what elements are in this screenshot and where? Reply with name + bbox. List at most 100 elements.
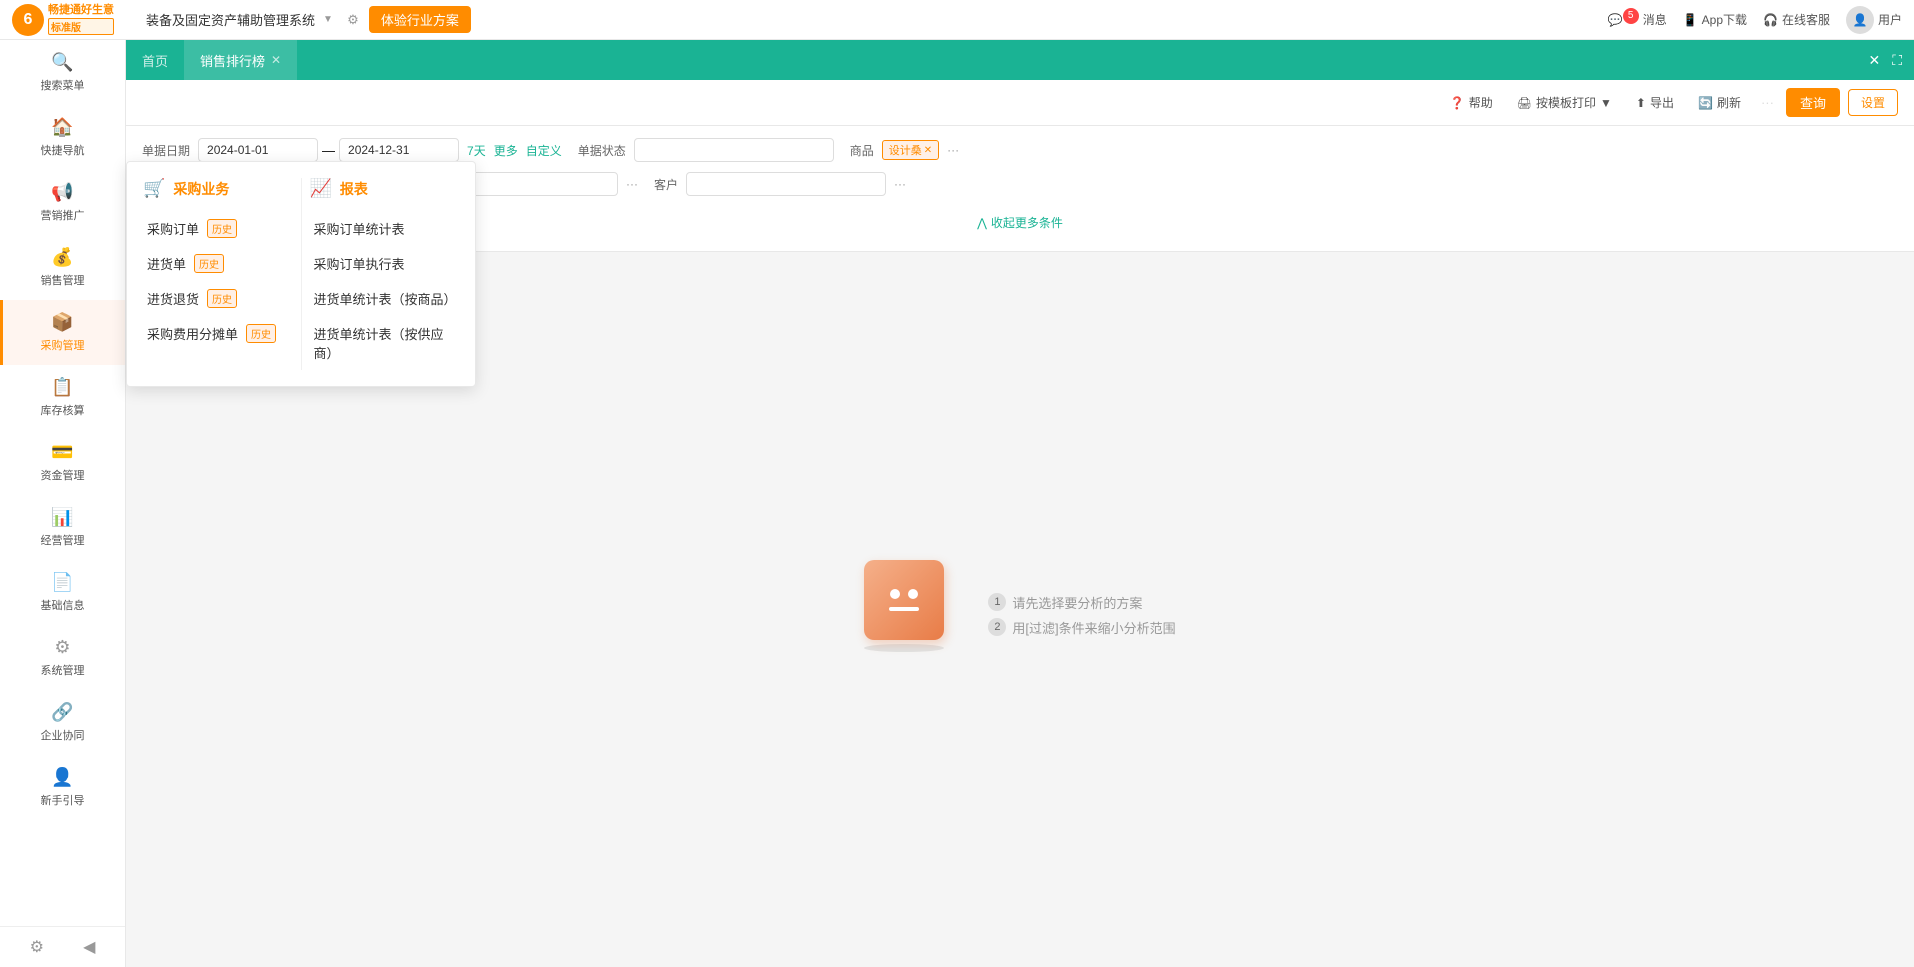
tab-sales-rank-label: 销售排行榜: [200, 51, 265, 70]
return-label: 进货退货: [147, 289, 199, 308]
system-title: 装备及固定资产辅助管理系统: [146, 10, 315, 29]
operation-icon: 📊: [51, 507, 73, 528]
date-shortcut-more[interactable]: 更多: [494, 142, 518, 159]
customer-more[interactable]: ···: [894, 177, 906, 191]
message-label: 消息: [1643, 11, 1667, 28]
purchase-col-title: 采购业务: [173, 179, 229, 199]
inventory-icon: 📋: [51, 377, 73, 398]
sidebar-label-basic-info: 基础信息: [41, 597, 85, 613]
sales-icon: 💰: [51, 247, 73, 268]
hint-text-1: 请先选择要分析的方案: [1012, 593, 1142, 612]
message-action[interactable]: 💬 5 消息: [1608, 11, 1667, 28]
toolbar-right: ❓ 帮助 🖨 按模板打印 ▼ ⬆ 导出 🔄 刷新: [1442, 88, 1898, 117]
user-action[interactable]: 👤 用户: [1846, 6, 1902, 34]
empty-illustration: [864, 560, 964, 660]
industry-button[interactable]: 体验行业方案: [369, 6, 471, 33]
date-end-input[interactable]: [339, 138, 459, 162]
refresh-icon: 🔄: [1698, 96, 1713, 110]
sidebar-item-purchase[interactable]: 📦 采购管理: [0, 300, 125, 365]
print-button[interactable]: 🖨 按模板打印 ▼: [1509, 90, 1620, 115]
customer-input[interactable]: [686, 172, 886, 196]
sidebar-settings-icon[interactable]: ⚙: [30, 937, 44, 957]
salesman-more[interactable]: ···: [626, 177, 638, 191]
system-dropdown-arrow[interactable]: ▼: [323, 14, 333, 25]
tab-home[interactable]: 首页: [126, 40, 184, 80]
sidebar-item-quick-nav[interactable]: 🏠 快捷导航: [0, 105, 125, 170]
dropdown-item-purchase-order[interactable]: 采购订单 历史: [143, 211, 293, 246]
dropdown-cols: 🛒 采购业务 采购订单 历史 进货单 历史 进货退货 历史 采购费用分摊单 历史: [143, 178, 459, 370]
dropdown-item-purchase-order-stat[interactable]: 采购订单统计表: [310, 211, 460, 246]
sidebar-collapse-icon[interactable]: ◀: [83, 937, 95, 957]
app-download-label: App下载: [1702, 11, 1747, 28]
tab-home-label: 首页: [142, 51, 168, 70]
sidebar-item-sales[interactable]: 💰 销售管理: [0, 235, 125, 300]
sidebar-label-inventory: 库存核算: [41, 402, 85, 418]
sidebar-item-enterprise[interactable]: 🔗 企业协同: [0, 690, 125, 755]
system-info: 装备及固定资产辅助管理系统 ▼ ⚙: [146, 8, 365, 32]
top-bar-right: 💬 5 消息 📱 App下载 🎧 在线客服 👤 用户: [1608, 6, 1902, 34]
export-icon: ⬆: [1636, 96, 1646, 110]
dropdown-item-instock-stat-supplier[interactable]: 进货单统计表（按供应商）: [310, 316, 460, 370]
date-shortcut-custom[interactable]: 自定义: [526, 142, 562, 159]
help-button[interactable]: ❓ 帮助: [1442, 90, 1501, 115]
dropdown-item-instock[interactable]: 进货单 历史: [143, 246, 293, 281]
dropdown-item-purchase-order-exec[interactable]: 采购订单执行表: [310, 246, 460, 281]
message-badge: 5: [1623, 8, 1639, 24]
online-service-action[interactable]: 🎧 在线客服: [1763, 11, 1830, 28]
goods-label: 商品: [850, 142, 874, 159]
refresh-button[interactable]: 🔄 刷新: [1690, 90, 1749, 115]
export-button[interactable]: ⬆ 导出: [1628, 90, 1682, 115]
dropdown-item-return[interactable]: 进货退货 历史: [143, 281, 293, 316]
customer-label: 客户: [654, 176, 678, 193]
tab-close-icon[interactable]: ✕: [271, 53, 281, 67]
query-button[interactable]: 查询: [1786, 88, 1840, 117]
app-download-action[interactable]: 📱 App下载: [1683, 11, 1747, 28]
sidebar-item-search[interactable]: 🔍 搜索菜单: [0, 40, 125, 105]
sidebar-item-finance[interactable]: 💳 资金管理: [0, 430, 125, 495]
purchase-col-icon: 🛒: [143, 178, 165, 199]
goods-tag-close[interactable]: ✕: [924, 145, 932, 156]
print-label: 按模板打印: [1536, 94, 1596, 111]
sidebar-label-guide: 新手引导: [41, 792, 85, 808]
settings-icon[interactable]: ⚙: [341, 8, 365, 32]
sidebar-label-marketing: 营销推广: [41, 207, 85, 223]
logo-icon-text: 6: [24, 11, 33, 29]
date-shortcut-7d[interactable]: 7天: [467, 142, 486, 159]
collapse-button[interactable]: ⋀ 收起更多条件: [977, 206, 1063, 239]
sidebar-item-operation[interactable]: 📊 经营管理: [0, 495, 125, 560]
export-label: 导出: [1650, 94, 1674, 111]
logo-tag: 标准版: [48, 18, 114, 35]
report-col-header: 📈 报表: [310, 178, 460, 199]
collapse-icon: ⋀: [977, 216, 987, 230]
sidebar-label-system: 系统管理: [41, 662, 85, 678]
print-icon: 🖨: [1517, 96, 1532, 110]
sidebar: 🔍 搜索菜单 🏠 快捷导航 📢 营销推广 💰 销售管理 📦 采购管理 �: [0, 40, 126, 967]
sidebar-item-basic-info[interactable]: 📄 基础信息: [0, 560, 125, 625]
status-select[interactable]: [634, 138, 834, 162]
sidebar-label-search: 搜索菜单: [41, 77, 85, 93]
expense-label: 采购费用分摊单: [147, 324, 238, 343]
settings-button[interactable]: 设置: [1848, 89, 1898, 116]
sidebar-item-marketing[interactable]: 📢 营销推广: [0, 170, 125, 235]
window-expand-icon[interactable]: ⛶: [1892, 52, 1902, 69]
hint-text-2: 用[过滤]条件来缩小分析范围: [1012, 618, 1175, 637]
window-close-icon[interactable]: ✕: [1868, 52, 1880, 69]
sidebar-label-enterprise: 企业协同: [41, 727, 85, 743]
goods-more[interactable]: ···: [947, 143, 959, 157]
purchase-order-label: 采购订单: [147, 219, 199, 238]
print-dropdown-arrow[interactable]: ▼: [1600, 96, 1612, 110]
sidebar-item-inventory[interactable]: 📋 库存核算: [0, 365, 125, 430]
date-start-input[interactable]: [198, 138, 318, 162]
active-indicator: [0, 300, 3, 365]
top-bar: 6 畅捷通好生意 标准版 装备及固定资产辅助管理系统 ▼ ⚙ 体验行业方案 💬 …: [0, 0, 1914, 40]
purchase-dropdown-menu: 🛒 采购业务 采购订单 历史 进货单 历史 进货退货 历史 采购费用分摊单 历史: [126, 161, 476, 387]
dropdown-item-expense[interactable]: 采购费用分摊单 历史: [143, 316, 293, 351]
sidebar-item-guide[interactable]: 👤 新手引导: [0, 755, 125, 820]
phone-icon: 📱: [1683, 13, 1698, 27]
report-col-icon: 📈: [310, 178, 332, 199]
tab-sales-rank[interactable]: 销售排行榜 ✕: [184, 40, 297, 80]
sidebar-item-system[interactable]: ⚙ 系统管理: [0, 625, 125, 690]
user-avatar: 👤: [1846, 6, 1874, 34]
goods-tag: 设计桑 ✕: [882, 140, 939, 160]
dropdown-item-instock-stat-goods[interactable]: 进货单统计表（按商品）: [310, 281, 460, 316]
